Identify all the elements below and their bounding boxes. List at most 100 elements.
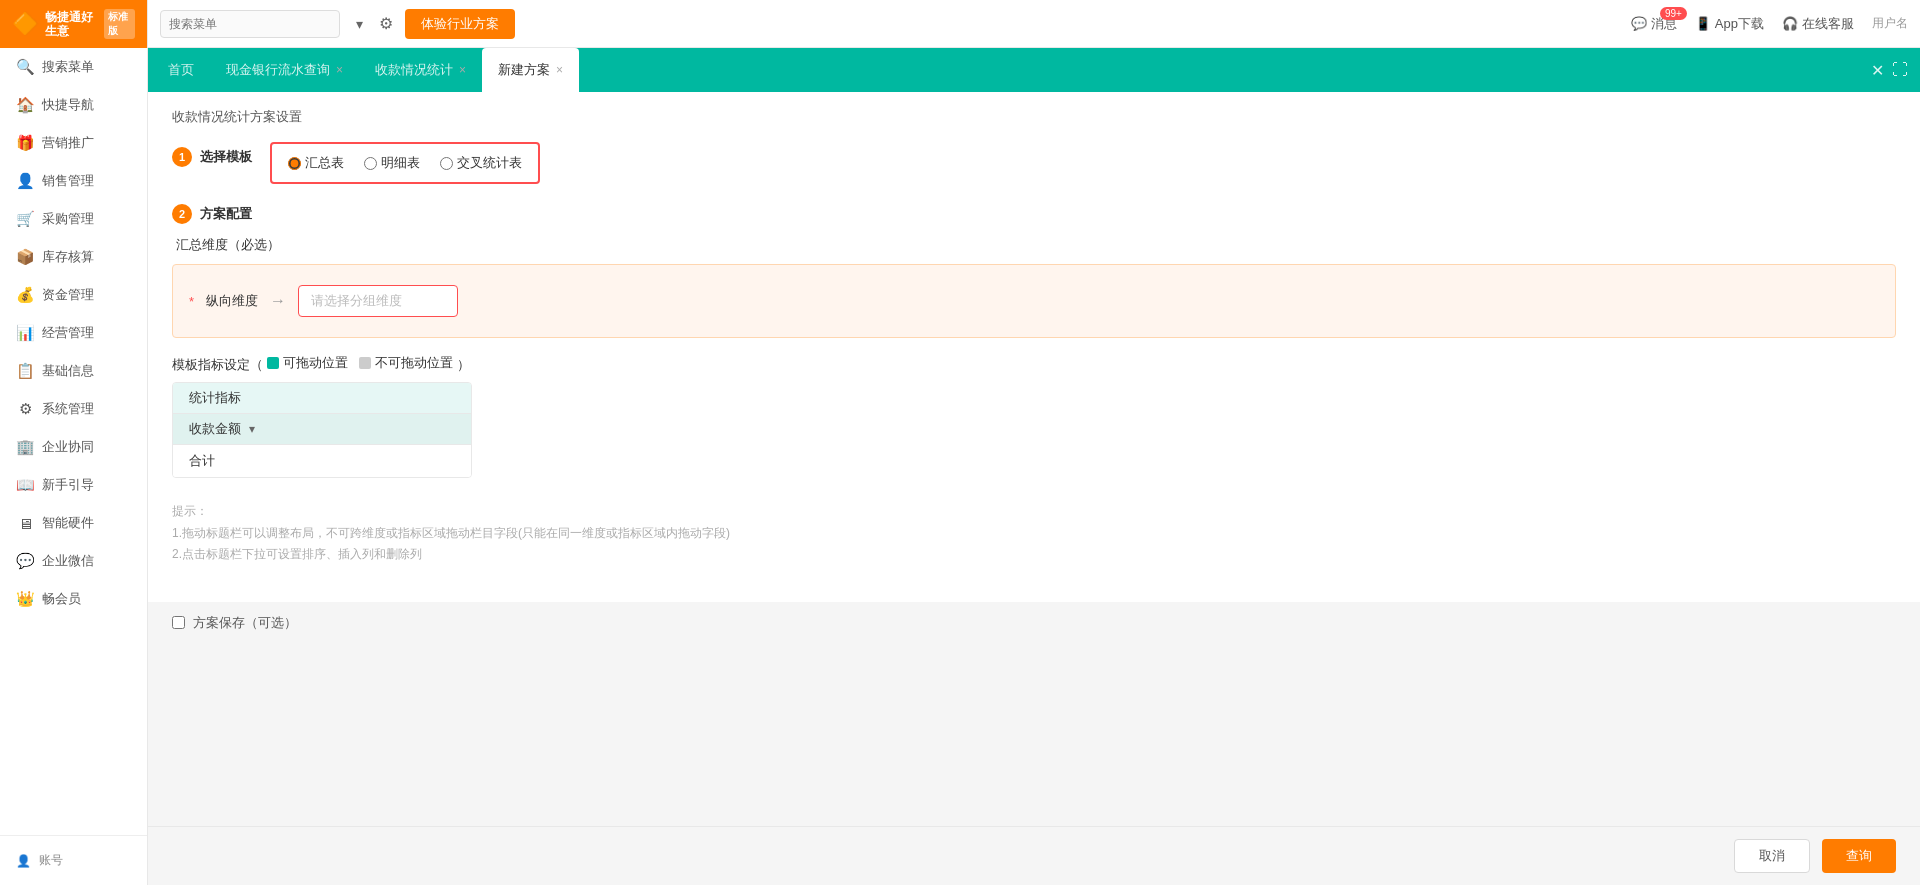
basic-icon: 📋 bbox=[16, 362, 34, 380]
template-label-detail: 明细表 bbox=[381, 154, 420, 172]
metrics-table-header: 统计指标 bbox=[173, 383, 471, 414]
sidebar-bottom-item[interactable]: 👤 账号 bbox=[0, 844, 147, 877]
sidebar-item-basic[interactable]: 📋 基础信息 bbox=[0, 352, 147, 390]
step1-number: 1 bbox=[172, 147, 192, 167]
page-title: 收款情况统计方案设置 bbox=[172, 108, 1896, 126]
template-option-detail[interactable]: 明细表 bbox=[364, 154, 420, 172]
search-icon: 🔍 bbox=[16, 58, 34, 76]
logo-text: 畅捷通好生意 bbox=[45, 10, 100, 39]
sidebar-item-finance[interactable]: 💰 资金管理 bbox=[0, 276, 147, 314]
operation-icon: 📊 bbox=[16, 324, 34, 342]
content-area: 收款情况统计方案设置 1 选择模板 汇总表 bbox=[148, 92, 1920, 826]
topbar: ▾ ⚙ 体验行业方案 💬 消息 99+ 📱 App下载 🎧 在线客服 用户名 bbox=[148, 0, 1920, 48]
close-tab-button[interactable]: ✕ bbox=[1871, 61, 1884, 80]
footer-bar: 取消 查询 bbox=[148, 826, 1920, 885]
sidebar-item-purchase[interactable]: 🛒 采购管理 bbox=[0, 200, 147, 238]
tips-section: 提示： 1.拖动标题栏可以调整布局，不可跨维度或指标区域拖动栏目字段(只能在同一… bbox=[172, 501, 1896, 566]
tab-cashflow[interactable]: 现金银行流水查询× bbox=[210, 48, 359, 92]
tab-new_plan[interactable]: 新建方案 × bbox=[482, 48, 579, 92]
sales-icon: 👤 bbox=[16, 172, 34, 190]
sidebar-label-purchase: 采购管理 bbox=[42, 210, 94, 228]
online-service-button[interactable]: 🎧 在线客服 bbox=[1782, 15, 1854, 33]
column-dropdown-icon[interactable]: ▾ bbox=[249, 422, 255, 436]
messages-button[interactable]: 💬 消息 99+ bbox=[1631, 15, 1677, 33]
template-radio-summary[interactable] bbox=[288, 157, 301, 170]
message-badge: 99+ bbox=[1660, 7, 1687, 20]
tabbar: 首页现金银行流水查询×收款情况统计× 新建方案 × ✕ ⛶ bbox=[148, 48, 1920, 92]
sidebar-item-corp[interactable]: 🏢 企业协同 bbox=[0, 428, 147, 466]
sidebar-item-hardware[interactable]: 🖥 智能硬件 bbox=[0, 504, 147, 542]
sidebar-item-marketing[interactable]: 🎁 营销推广 bbox=[0, 124, 147, 162]
save-label: 方案保存（可选） bbox=[193, 614, 297, 632]
tab-receipt[interactable]: 收款情况统计× bbox=[359, 48, 482, 92]
sidebar-label-guide: 新手引导 bbox=[42, 476, 94, 494]
query-button[interactable]: 查询 bbox=[1822, 839, 1896, 873]
tab-home[interactable]: 首页 bbox=[152, 48, 210, 92]
download-icon: 📱 bbox=[1695, 16, 1711, 31]
sidebar-item-inventory[interactable]: 📦 库存核算 bbox=[0, 238, 147, 276]
marketing-icon: 🎁 bbox=[16, 134, 34, 152]
search-input[interactable] bbox=[160, 10, 340, 38]
guide-icon: 📖 bbox=[16, 476, 34, 494]
sidebar-item-wechat[interactable]: 💬 企业微信 bbox=[0, 542, 147, 580]
template-option-summary[interactable]: 汇总表 bbox=[288, 154, 344, 172]
save-checkbox[interactable] bbox=[172, 616, 185, 629]
app-download-button[interactable]: 📱 App下载 bbox=[1695, 15, 1764, 33]
sidebar-item-member[interactable]: 👑 畅会员 bbox=[0, 580, 147, 618]
fixed-legend-dot bbox=[359, 357, 371, 369]
arrow-icon: → bbox=[270, 292, 286, 310]
sidebar-bottom: 👤 账号 bbox=[0, 835, 147, 885]
member-icon: 👑 bbox=[16, 590, 34, 608]
sidebar-label-inventory: 库存核算 bbox=[42, 248, 94, 266]
maximize-button[interactable]: ⛶ bbox=[1892, 61, 1908, 80]
step2-header: 2 方案配置 bbox=[172, 204, 1896, 224]
industry-plan-button[interactable]: 体验行业方案 bbox=[405, 9, 515, 39]
user-icon: 👤 bbox=[16, 854, 31, 868]
sidebar-label-wechat: 企业微信 bbox=[42, 552, 94, 570]
sidebar-label-hardware: 智能硬件 bbox=[42, 514, 94, 532]
message-icon: 💬 bbox=[1631, 16, 1647, 31]
dimension-select-dropdown[interactable]: 请选择分组维度 bbox=[298, 285, 458, 317]
sidebar-item-guide[interactable]: 📖 新手引导 bbox=[0, 466, 147, 504]
tips-title: 提示： bbox=[172, 504, 208, 518]
sidebar-logo: 🔶 畅捷通好生意 标准版 bbox=[0, 0, 147, 48]
metrics-table: 统计指标 收款金额 ▾ 合计 bbox=[172, 382, 472, 478]
logo-icon: 🔶 bbox=[12, 11, 39, 37]
sidebar-label-sales: 销售管理 bbox=[42, 172, 94, 190]
purchase-icon: 🛒 bbox=[16, 210, 34, 228]
sidebar-label-corp: 企业协同 bbox=[42, 438, 94, 456]
tab-label-new_plan: 新建方案 bbox=[498, 61, 550, 79]
service-icon: 🎧 bbox=[1782, 16, 1798, 31]
gear-icon[interactable]: ⚙ bbox=[379, 14, 393, 33]
vertical-dimension-label: 纵向维度 bbox=[206, 292, 258, 310]
sidebar-item-operation[interactable]: 📊 经营管理 bbox=[0, 314, 147, 352]
metrics-column-header[interactable]: 收款金额 ▾ bbox=[173, 414, 471, 445]
tab-close-cashflow[interactable]: × bbox=[336, 63, 343, 77]
system-icon: ⚙ bbox=[16, 400, 34, 418]
sidebar-label-basic: 基础信息 bbox=[42, 362, 94, 380]
sidebar-item-sales[interactable]: 👤 销售管理 bbox=[0, 162, 147, 200]
sidebar-item-search[interactable]: 🔍 搜索菜单 bbox=[0, 48, 147, 86]
topbar-right: 💬 消息 99+ 📱 App下载 🎧 在线客服 用户名 bbox=[1631, 15, 1908, 33]
tips-item2: 2.点击标题栏下拉可设置排序、插入列和删除列 bbox=[172, 544, 1896, 566]
legend-movable-item: 可拖动位置 bbox=[267, 354, 348, 372]
sidebar-label-member: 畅会员 bbox=[42, 590, 81, 608]
movable-legend-dot bbox=[267, 357, 279, 369]
sidebar-item-system[interactable]: ⚙ 系统管理 bbox=[0, 390, 147, 428]
topbar-dropdown-button[interactable]: ▾ bbox=[352, 16, 367, 32]
template-radio-detail[interactable] bbox=[364, 157, 377, 170]
tab-close-receipt[interactable]: × bbox=[459, 63, 466, 77]
quicknav-icon: 🏠 bbox=[16, 96, 34, 114]
cancel-button[interactable]: 取消 bbox=[1734, 839, 1810, 873]
sidebar-label-quicknav: 快捷导航 bbox=[42, 96, 94, 114]
step2-number: 2 bbox=[172, 204, 192, 224]
tab-close-new_plan[interactable]: × bbox=[556, 63, 563, 77]
step1-header: 1 选择模板 bbox=[172, 147, 252, 167]
inventory-icon: 📦 bbox=[16, 248, 34, 266]
metrics-total-row: 合计 bbox=[173, 445, 471, 477]
template-radio-cross[interactable] bbox=[440, 157, 453, 170]
template-option-cross[interactable]: 交叉统计表 bbox=[440, 154, 522, 172]
required-mark: * bbox=[189, 294, 194, 309]
sidebar-item-quicknav[interactable]: 🏠 快捷导航 bbox=[0, 86, 147, 124]
tabbar-actions: ✕ ⛶ bbox=[1871, 61, 1916, 80]
